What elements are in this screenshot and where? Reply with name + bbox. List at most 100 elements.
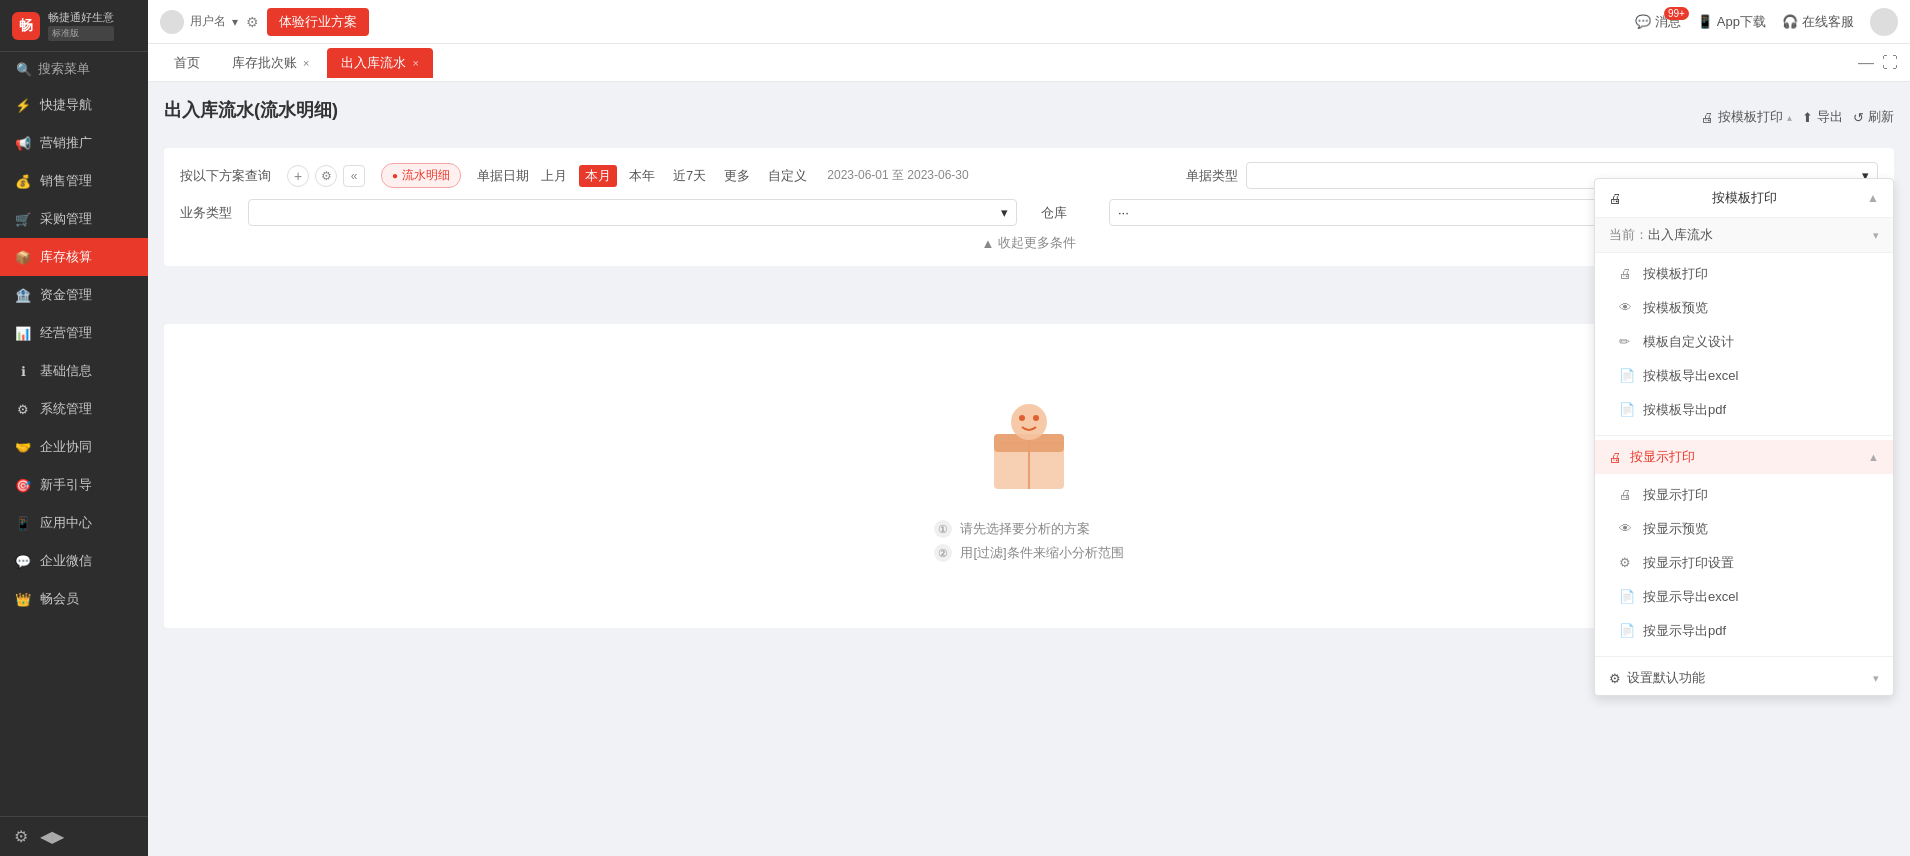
display-group-label: 按显示打印 — [1630, 448, 1860, 466]
tab-flow-label: 出入库流水 — [341, 54, 406, 72]
dropdown-item-template-print[interactable]: 🖨 按模板打印 — [1595, 257, 1893, 291]
sidebar-item-enterprise[interactable]: 🤝 企业协同 — [0, 428, 148, 466]
date-option-7days[interactable]: 近7天 — [667, 165, 712, 187]
date-option-last-month[interactable]: 上月 — [535, 165, 573, 187]
dropdown-item-template-excel[interactable]: 📄 按模板导出excel — [1595, 359, 1893, 393]
dropdown-close-arrow[interactable]: ▲ — [1867, 191, 1879, 205]
date-option-this-year[interactable]: 本年 — [623, 165, 661, 187]
sidebar-item-app-center[interactable]: 📱 应用中心 — [0, 504, 148, 542]
dropdown-item-display-excel[interactable]: 📄 按显示导出excel — [1595, 580, 1893, 614]
notifications-btn[interactable]: 💬 消息 99+ — [1635, 13, 1681, 31]
empty-illustration — [969, 384, 1089, 504]
refresh-btn[interactable]: ↺ 刷新 — [1853, 108, 1894, 126]
display-section: 🖨 按显示打印 👁 按显示预览 ⚙ 按显示打印设置 📄 按显示导出excel 📄 — [1595, 474, 1893, 652]
industry-btn[interactable]: 体验行业方案 — [267, 8, 369, 36]
customer-service-btn[interactable]: 🎧 在线客服 — [1782, 13, 1854, 31]
date-option-custom[interactable]: 自定义 — [762, 165, 813, 187]
empty-text-steps: ① 请先选择要分析的方案 ② 用[过滤]条件来缩小分析范围 — [934, 520, 1123, 568]
sidebar-item-inventory[interactable]: 📦 库存核算 — [0, 238, 148, 276]
dropdown-item-display-pdf[interactable]: 📄 按显示导出pdf — [1595, 614, 1893, 648]
basic-icon: ℹ — [14, 362, 32, 380]
tab-minimize-btn[interactable]: — — [1858, 54, 1874, 72]
sidebar-collapse-icon[interactable]: ◀▶ — [40, 827, 64, 846]
warehouse-value: ··· — [1118, 205, 1129, 220]
dropdown-item-display-settings[interactable]: ⚙ 按显示打印设置 — [1595, 546, 1893, 580]
tab-maximize-btn[interactable]: ⛶ — [1882, 54, 1898, 72]
sidebar-item-sales[interactable]: 💰 销售管理 — [0, 162, 148, 200]
print-template-btn[interactable]: 🖨 按模板打印 ▴ — [1701, 108, 1792, 126]
bell-icon: 💬 — [1635, 14, 1651, 29]
display-preview-label: 按显示预览 — [1643, 520, 1879, 538]
logo-icon: 畅 — [12, 12, 40, 40]
sidebar-item-operation[interactable]: 📊 经营管理 — [0, 314, 148, 352]
plus-icon: + — [294, 168, 302, 184]
filter-collapse-btn[interactable]: « — [343, 165, 365, 187]
sidebar-item-guide[interactable]: 🎯 新手引导 — [0, 466, 148, 504]
doc-type-label: 单据类型 — [1186, 167, 1238, 185]
svg-point-6 — [1033, 415, 1039, 421]
template-preview-icon: 👁 — [1619, 300, 1635, 316]
sidebar-item-quick-nav[interactable]: ⚡ 快捷导航 — [0, 86, 148, 124]
collapse-up-icon: ▲ — [982, 236, 995, 251]
sidebar-item-marketing[interactable]: 📢 营销推广 — [0, 124, 148, 162]
sidebar-settings-icon[interactable]: ⚙ — [14, 827, 28, 846]
filter-add-btn[interactable]: + — [287, 165, 309, 187]
sidebar-item-wechat[interactable]: 💬 企业微信 — [0, 542, 148, 580]
step-num-2: ② — [934, 544, 952, 562]
dropdown-current-label: 当前： — [1609, 226, 1648, 244]
display-pdf-icon: 📄 — [1619, 623, 1635, 639]
app-download-btn[interactable]: 📱 App下载 — [1697, 13, 1766, 31]
sidebar-search-label: 搜索菜单 — [38, 60, 90, 78]
dropdown-item-template-preview[interactable]: 👁 按模板预览 — [1595, 291, 1893, 325]
filter-chip[interactable]: ● 流水明细 — [381, 163, 461, 188]
app-center-icon: 📱 — [14, 514, 32, 532]
filter-settings-btn[interactable]: ⚙ — [315, 165, 337, 187]
app-download-label: App下载 — [1717, 13, 1766, 31]
sidebar-item-finance[interactable]: 🏦 资金管理 — [0, 276, 148, 314]
export-btn[interactable]: ⬆ 导出 — [1802, 108, 1843, 126]
tab-home[interactable]: 首页 — [160, 48, 214, 78]
sidebar-item-label: 销售管理 — [40, 172, 92, 190]
dropdown-current[interactable]: 当前： 出入库流水 ▾ — [1595, 218, 1893, 253]
date-option-this-month[interactable]: 本月 — [579, 165, 617, 187]
sidebar-item-label: 系统管理 — [40, 400, 92, 418]
sidebar-nav: ⚡ 快捷导航 📢 营销推广 💰 销售管理 🛒 采购管理 📦 库存核算 🏦 资金管… — [0, 86, 148, 816]
sidebar-item-system[interactable]: ⚙ 系统管理 — [0, 390, 148, 428]
filter-section-label: 按以下方案查询 — [180, 167, 271, 185]
dropdown-item-display-print[interactable]: 🖨 按显示打印 — [1595, 478, 1893, 512]
sidebar-item-label: 企业协同 — [40, 438, 92, 456]
enterprise-icon: 🤝 — [14, 438, 32, 456]
dropdown-divider — [1595, 435, 1893, 436]
tab-batch-close[interactable]: × — [303, 57, 309, 69]
dropdown-item-template-pdf[interactable]: 📄 按模板导出pdf — [1595, 393, 1893, 427]
sidebar-item-purchase[interactable]: 🛒 采购管理 — [0, 200, 148, 238]
display-pdf-label: 按显示导出pdf — [1643, 622, 1879, 640]
business-type-label: 业务类型 — [180, 204, 240, 222]
tab-batch-account[interactable]: 库存批次账 × — [218, 48, 323, 78]
date-option-more[interactable]: 更多 — [718, 165, 756, 187]
dropdown-item-display-preview[interactable]: 👁 按显示预览 — [1595, 512, 1893, 546]
template-section: 🖨 按模板打印 👁 按模板预览 ✏ 模板自定义设计 📄 按模板导出excel 📄 — [1595, 253, 1893, 431]
wechat-icon: 💬 — [14, 552, 32, 570]
set-default-row[interactable]: ⚙ 设置默认功能 ▾ — [1595, 661, 1893, 695]
sidebar-item-basic[interactable]: ℹ 基础信息 — [0, 352, 148, 390]
display-group-header[interactable]: 🖨 按显示打印 ▲ — [1595, 440, 1893, 474]
tab-flow-close[interactable]: × — [412, 57, 418, 69]
sidebar-item-vip[interactable]: 👑 畅会员 — [0, 580, 148, 618]
collapse-conditions-btn[interactable]: ▲ 收起更多条件 — [982, 234, 1077, 252]
page-title: 出入库流水(流水明细) — [164, 98, 338, 122]
export-icon: ⬆ — [1802, 110, 1813, 125]
template-pdf-label: 按模板导出pdf — [1643, 401, 1879, 419]
dropdown-item-template-custom[interactable]: ✏ 模板自定义设计 — [1595, 325, 1893, 359]
business-type-arrow: ▾ — [1001, 205, 1008, 220]
sidebar-search-item[interactable]: 🔍 搜索菜单 — [0, 52, 148, 86]
logo-text-area: 畅捷通好生意 标准版 — [48, 10, 114, 41]
main-area: 用户名 ▾ ⚙ 体验行业方案 💬 消息 99+ 📱 App下载 🎧 在线客服 — [148, 0, 1910, 856]
business-type-dropdown[interactable]: ▾ — [248, 199, 1017, 226]
topbar-gear-icon[interactable]: ⚙ — [246, 14, 259, 30]
display-excel-label: 按显示导出excel — [1643, 588, 1879, 606]
topbar: 用户名 ▾ ⚙ 体验行业方案 💬 消息 99+ 📱 App下载 🎧 在线客服 — [148, 0, 1910, 44]
tab-flow[interactable]: 出入库流水 × — [327, 48, 432, 78]
page-title-actions: 🖨 按模板打印 ▴ ⬆ 导出 ↺ 刷新 — [1701, 108, 1894, 126]
user-avatar[interactable] — [1870, 8, 1898, 36]
